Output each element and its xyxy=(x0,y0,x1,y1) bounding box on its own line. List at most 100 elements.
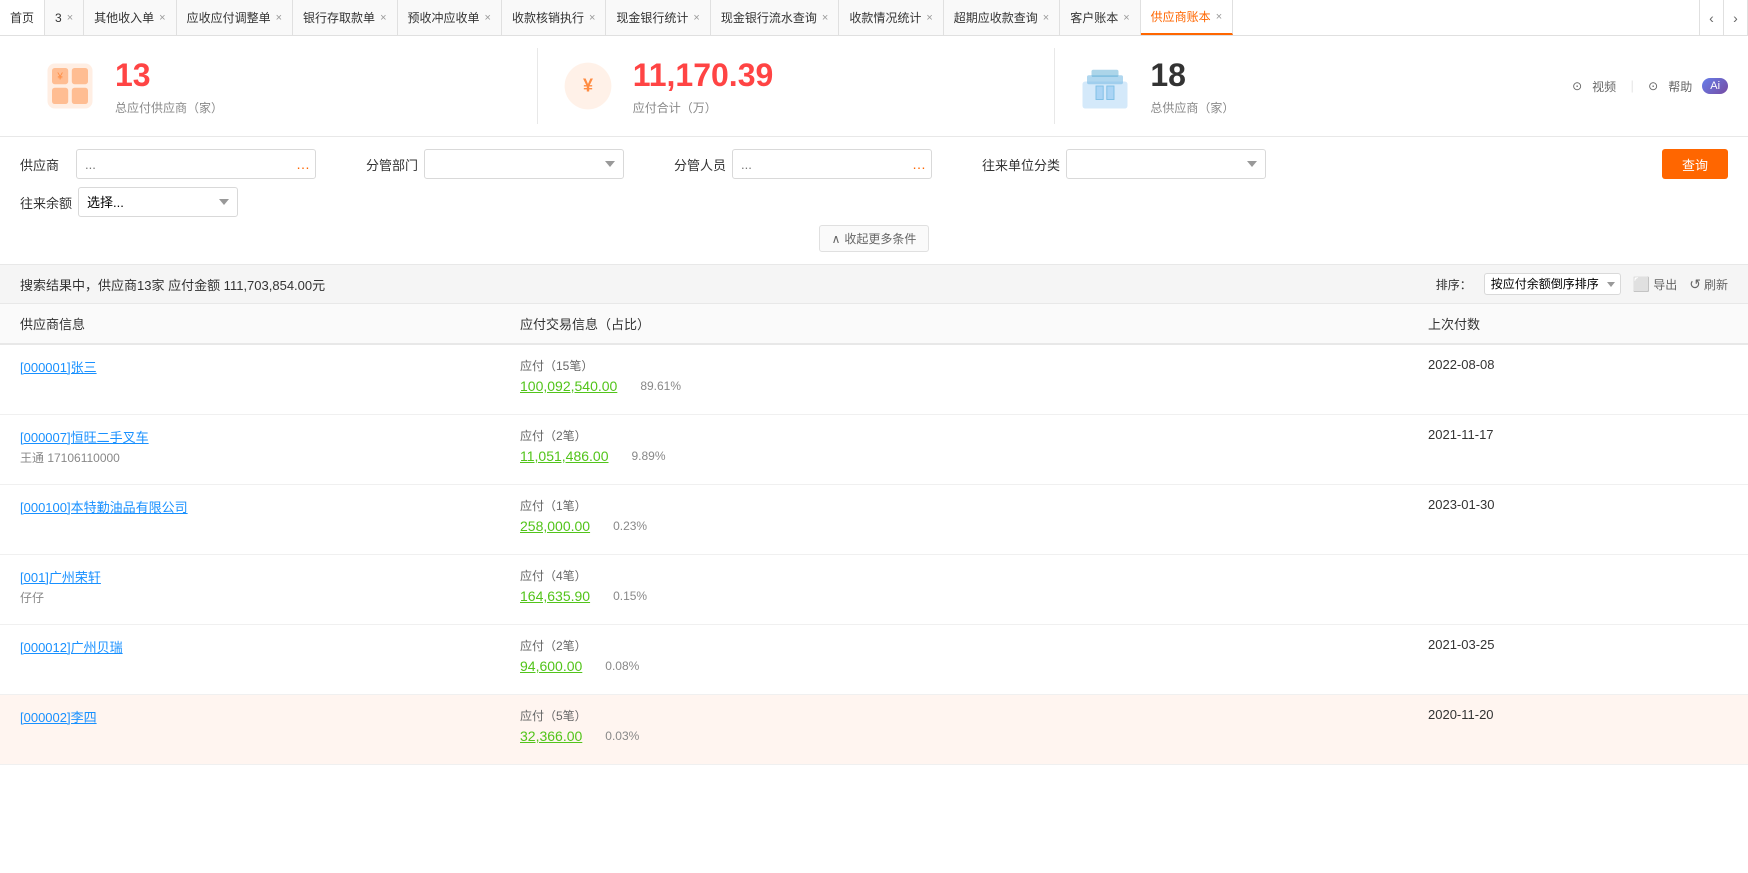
nav-collection-stats-label: 收款情况统计 xyxy=(849,9,921,26)
export-label: 导出 xyxy=(1653,276,1677,293)
close-icon[interactable]: × xyxy=(485,12,491,24)
transaction-row: 11,051,486.00 9.89% xyxy=(520,448,1428,464)
tx-label: 应付（1笔） xyxy=(520,497,1428,514)
stats-header: ¥ 13 总应付供应商（家） ¥ 11,170.39 应付合计（万） xyxy=(0,36,1748,137)
refresh-button[interactable]: ↺ 刷新 xyxy=(1689,276,1728,293)
header-right-actions: ⊙ 视频 ｜ ⊙ 帮助 Ai xyxy=(1572,78,1728,95)
person-picker-icon[interactable]: … xyxy=(912,156,926,172)
close-icon[interactable]: × xyxy=(926,12,932,24)
nav-next-arrow[interactable]: › xyxy=(1724,0,1748,36)
stat-ap-total: ¥ 11,170.39 应付合计（万） xyxy=(538,48,1056,124)
filter-balance: 往来余额 选择... xyxy=(20,187,238,217)
nav-overdue-query-label: 超期应收款查询 xyxy=(954,9,1038,26)
supplier-input[interactable] xyxy=(76,149,316,179)
sort-select[interactable]: 按应付余额倒序排序 xyxy=(1484,273,1621,295)
nav-ap-adjust[interactable]: 应收应付调整单 × xyxy=(177,0,293,35)
query-button[interactable]: 查询 xyxy=(1662,149,1728,179)
close-icon[interactable]: × xyxy=(1216,11,1222,23)
supplier-cell: [000012]广州贝瑞 xyxy=(20,637,520,656)
col-header-transaction: 应付交易信息（占比） xyxy=(520,314,1428,333)
nav-customer-account[interactable]: 客户账本 × xyxy=(1060,0,1140,35)
category-select[interactable] xyxy=(1066,149,1266,179)
help-link[interactable]: 帮助 xyxy=(1668,78,1692,95)
video-link[interactable]: 视频 xyxy=(1592,78,1616,95)
nav-collection-verify[interactable]: 收款核销执行 × xyxy=(502,0,606,35)
video-icon: ⊙ xyxy=(1572,79,1582,93)
supplier-sub: 王通 17106110000 xyxy=(20,449,520,466)
results-actions: 排序： 按应付余额倒序排序 ⬜ 导出 ↺ 刷新 xyxy=(1436,273,1728,295)
stat-ap-total-number: 11,170.39 xyxy=(633,56,1035,94)
transaction-cell: 应付（2笔） 11,051,486.00 9.89% xyxy=(520,427,1428,464)
tx-label: 应付（2笔） xyxy=(520,637,1428,654)
supplier-link[interactable]: [000001]张三 xyxy=(20,357,520,376)
nav-home-label: 首页 xyxy=(10,9,34,26)
total-supplier-icon xyxy=(1075,56,1135,116)
nav-supplier-account-label: 供应商账本 xyxy=(1151,8,1211,25)
results-bar: 搜索结果中，供应商13家 应付金额 111,703,854.00元 排序： 按应… xyxy=(0,265,1748,304)
nav-bank-deposit[interactable]: 银行存取款单 × xyxy=(293,0,397,35)
dept-select[interactable] xyxy=(424,149,624,179)
nav-prev-arrow[interactable]: ‹ xyxy=(1700,0,1724,36)
transaction-amount[interactable]: 100,092,540.00 xyxy=(520,378,617,394)
nav-ap-adjust-label: 应收应付调整单 xyxy=(187,9,271,26)
supplier-link[interactable]: [000100]本特勤油品有限公司 xyxy=(20,497,520,516)
supplier-link[interactable]: [000002]李四 xyxy=(20,707,520,726)
transaction-amount[interactable]: 32,366.00 xyxy=(520,728,582,744)
refresh-label: 刷新 xyxy=(1704,276,1728,293)
supplier-link[interactable]: [001]广州荣轩 xyxy=(20,567,520,586)
collapse-button[interactable]: ∧ 收起更多条件 xyxy=(819,225,930,252)
table-row: [000012]广州贝瑞 应付（2笔） 94,600.00 0.08% 2021… xyxy=(0,625,1748,695)
filter-section: 供应商 … 分管部门 分管人员 … 往来单位分类 xyxy=(0,137,1748,265)
stat-ap-suppliers-number: 13 xyxy=(115,56,517,94)
transaction-cell: 应付（1笔） 258,000.00 0.23% xyxy=(520,497,1428,534)
nav-collection-stats[interactable]: 收款情况统计 × xyxy=(839,0,943,35)
chevron-up-icon: ∧ xyxy=(832,232,841,246)
stat-ap-total-info: 11,170.39 应付合计（万） xyxy=(633,56,1035,115)
balance-select[interactable]: 选择... xyxy=(78,187,238,217)
transaction-row: 258,000.00 0.23% xyxy=(520,518,1428,534)
tx-label: 应付（15笔） xyxy=(520,357,1428,374)
nav-overdue-query[interactable]: 超期应收款查询 × xyxy=(944,0,1060,35)
nav-cash-bank-stats[interactable]: 现金银行统计 × xyxy=(606,0,710,35)
close-icon[interactable]: × xyxy=(159,12,165,24)
balance-filter-label: 往来余额 xyxy=(20,193,72,212)
filter-category: 往来单位分类 xyxy=(982,149,1266,179)
transaction-amount[interactable]: 94,600.00 xyxy=(520,658,582,674)
transaction-amount[interactable]: 258,000.00 xyxy=(520,518,590,534)
svg-text:¥: ¥ xyxy=(56,72,63,83)
stat-ap-total-label: 应付合计（万） xyxy=(633,99,1035,116)
nav-bank-deposit-label: 银行存取款单 xyxy=(303,9,375,26)
transaction-amount[interactable]: 164,635.90 xyxy=(520,588,590,604)
table-row: [000007]恒旺二手叉车 王通 17106110000 应付（2笔） 11,… xyxy=(0,415,1748,485)
close-icon[interactable]: × xyxy=(1123,12,1129,24)
nav-supplier-account[interactable]: 供应商账本 × xyxy=(1141,0,1233,35)
export-button[interactable]: ⬜ 导出 xyxy=(1633,276,1677,293)
supplier-link[interactable]: [000007]恒旺二手叉车 xyxy=(20,427,520,446)
nav-advance-collection[interactable]: 预收冲应收单 × xyxy=(398,0,502,35)
nav-cash-bank-flow[interactable]: 现金银行流水查询 × xyxy=(711,0,839,35)
tx-label: 应付（4笔） xyxy=(520,567,1428,584)
nav-other-income[interactable]: 其他收入单 × xyxy=(84,0,176,35)
nav-tab1[interactable]: 3 × xyxy=(45,0,84,35)
ai-button[interactable]: Ai xyxy=(1702,78,1728,94)
close-icon[interactable]: × xyxy=(1043,12,1049,24)
stat-ap-suppliers: ¥ 13 总应付供应商（家） xyxy=(20,48,538,124)
stat-ap-suppliers-label: 总应付供应商（家） xyxy=(115,99,517,116)
stat-ap-suppliers-info: 13 总应付供应商（家） xyxy=(115,56,517,115)
dept-filter-label: 分管部门 xyxy=(366,155,418,174)
supplier-picker-icon[interactable]: … xyxy=(296,156,310,172)
transaction-amount[interactable]: 11,051,486.00 xyxy=(520,448,609,464)
filter-person: 分管人员 … xyxy=(674,149,932,179)
close-icon[interactable]: × xyxy=(693,12,699,24)
close-icon[interactable]: × xyxy=(380,12,386,24)
nav-home[interactable]: 首页 xyxy=(0,0,45,35)
person-input[interactable] xyxy=(732,149,932,179)
transaction-row: 100,092,540.00 89.61% xyxy=(520,378,1428,394)
category-input-container xyxy=(1066,149,1266,179)
close-icon[interactable]: × xyxy=(276,12,282,24)
transaction-percent: 89.61% xyxy=(640,379,681,393)
close-icon[interactable]: × xyxy=(67,12,73,24)
close-icon[interactable]: × xyxy=(589,12,595,24)
supplier-link[interactable]: [000012]广州贝瑞 xyxy=(20,637,520,656)
close-icon[interactable]: × xyxy=(822,12,828,24)
